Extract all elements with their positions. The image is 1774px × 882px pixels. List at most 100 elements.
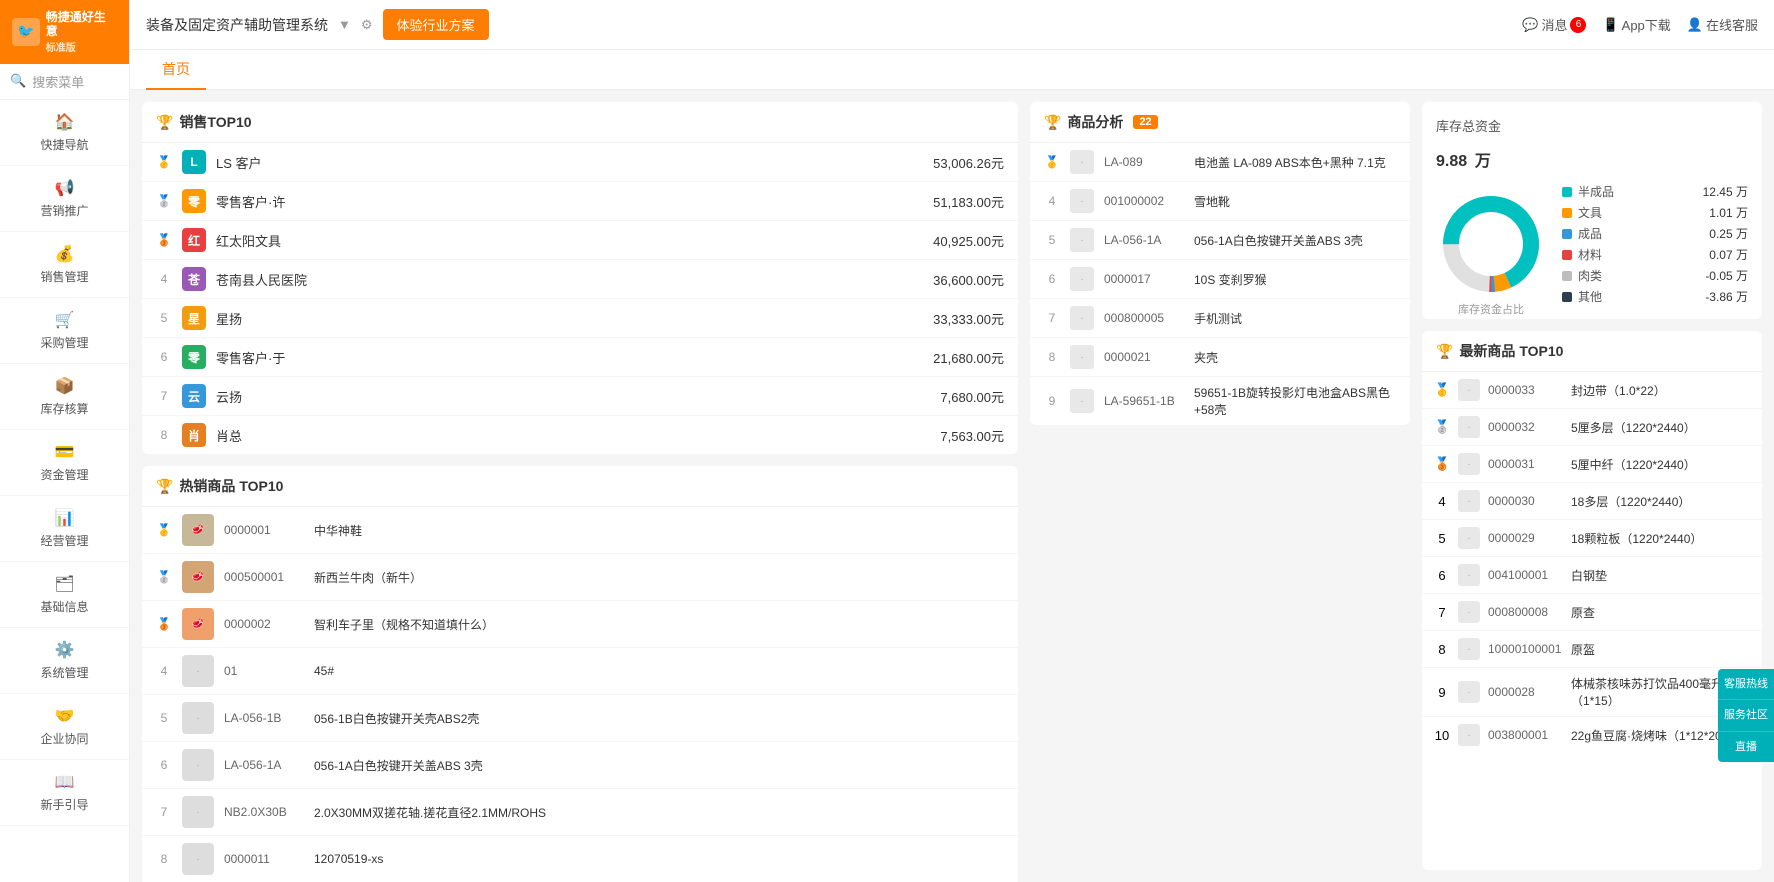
list-item[interactable]: 5 星 星扬 33,333.00元	[142, 299, 1018, 338]
list-item[interactable]: 5 · LA-056-1B 056-1B白色按键开关壳ABS2壳	[142, 695, 1018, 742]
trophy-icon: 🏆	[156, 114, 173, 131]
product-code: 001000002	[1104, 194, 1184, 208]
list-item[interactable]: 5 · LA-056-1A 056-1A白色按键开关盖ABS 3壳	[1030, 221, 1410, 260]
product-name: 白钢垫	[1571, 567, 1750, 584]
sales-top10-title: 销售TOP10	[179, 112, 251, 132]
sidebar-item-finance[interactable]: 💳 资金管理	[0, 430, 129, 496]
legend-item: 文具 1.01 万	[1562, 204, 1748, 221]
product-thumb: ·	[1458, 490, 1480, 512]
list-item[interactable]: 7 云 云扬 7,680.00元	[142, 377, 1018, 416]
product-thumb: 🥩	[182, 514, 214, 546]
list-item[interactable]: 4 · 0000030 18多层（1220*2440）	[1422, 483, 1762, 520]
rank-num: 9	[1044, 394, 1060, 408]
message-btn[interactable]: 💬 消息 6	[1522, 15, 1586, 34]
list-item[interactable]: 8 · 10000100001 原盔	[1422, 631, 1762, 668]
product-code: 0000002	[224, 617, 304, 631]
legend-item: 材料 0.07 万	[1562, 246, 1748, 263]
dropdown-icon[interactable]: ▼	[338, 17, 351, 32]
hot-products-panel: 🏆 热销商品 TOP10 🥇 🥩 0000001 中华神鞋 🥈	[142, 466, 1018, 882]
sidebar-item-base-info[interactable]: 🗂 基础信息	[0, 562, 129, 628]
list-item[interactable]: 4 · 01 45#	[142, 648, 1018, 695]
list-item[interactable]: 🥈 🥩 000500001 新西兰牛肉（新牛）	[142, 554, 1018, 601]
list-item[interactable]: 7 · 000800005 手机测试	[1030, 299, 1410, 338]
list-item[interactable]: 8 · 0000021 夹壳	[1030, 338, 1410, 377]
legend-name: 材料	[1578, 246, 1703, 263]
avatar: 零	[182, 189, 206, 213]
list-item[interactable]: 9 · LA-59651-1B 59651-1B旋转投影灯电池盒ABS黑色+58…	[1030, 377, 1410, 425]
message-badge: 6	[1570, 17, 1586, 33]
list-item[interactable]: 5 · 0000029 18颗粒板（1220*2440）	[1422, 520, 1762, 557]
rank-icon: 🥉	[156, 617, 172, 631]
list-item[interactable]: 7 · 000800008 原查	[1422, 594, 1762, 631]
sidebar-item-inventory[interactable]: 📦 库存核算	[0, 364, 129, 430]
product-code: 000800008	[1488, 605, 1563, 619]
service-community-btn[interactable]: 服务社区	[1718, 700, 1774, 731]
sidebar-item-enterprise[interactable]: 🤝 企业协同	[0, 694, 129, 760]
list-item[interactable]: 6 · 004100001 白钢垫	[1422, 557, 1762, 594]
list-item[interactable]: 🥈 · 0000032 5厘多层（1220*2440）	[1422, 409, 1762, 446]
online-service-btn[interactable]: 👤 在线客服	[1687, 15, 1758, 34]
product-name: 手机测试	[1194, 310, 1396, 327]
rank-num: 6	[156, 350, 172, 364]
product-code: 0000011	[224, 852, 304, 866]
list-item[interactable]: 🥉 红 红太阳文具 40,925.00元	[142, 221, 1018, 260]
home-tab[interactable]: 首页	[146, 50, 206, 90]
sidebar-item-marketing[interactable]: 📢 营销推广	[0, 166, 129, 232]
list-item[interactable]: 8 肖 肖总 7,563.00元	[142, 416, 1018, 454]
list-item[interactable]: 🥇 L LS 客户 53,006.26元	[142, 143, 1018, 182]
product-thumb: ·	[182, 749, 214, 781]
sidebar-item-system[interactable]: ⚙️ 系统管理	[0, 628, 129, 694]
sidebar-item-sales[interactable]: 💰 销售管理	[0, 232, 129, 298]
app-download-label: App下载	[1622, 15, 1671, 34]
donut-chart: 库存资金占比	[1436, 189, 1546, 299]
sidebar-item-label: 营销推广	[40, 202, 88, 219]
list-item[interactable]: 4 苍 苍南县人民医院 36,600.00元	[142, 260, 1018, 299]
product-name: 原盔	[1571, 641, 1750, 658]
col-main: 🏆 销售TOP10 🥇 L LS 客户 53,006.26元	[142, 102, 1410, 870]
app-download-btn[interactable]: 📱 App下载	[1602, 15, 1670, 34]
hot-products-list: 🥇 🥩 0000001 中华神鞋 🥈 🥩 000500001 新西兰牛肉（新牛）	[142, 507, 1018, 882]
rank-icon: 🥉	[1434, 456, 1450, 472]
product-name: 056-1A白色按键开关盖ABS 3壳	[1194, 232, 1396, 249]
sidebar-item-shortcuts[interactable]: 🏠 快捷导航	[0, 100, 129, 166]
experience-btn[interactable]: 体验行业方案	[383, 9, 489, 40]
rank-icon: 🥇	[156, 523, 172, 537]
sidebar-item-purchase[interactable]: 🛒 采购管理	[0, 298, 129, 364]
search-icon: 🔍	[10, 73, 26, 89]
customer-service-btn[interactable]: 客服热线	[1718, 669, 1774, 700]
list-item[interactable]: 8 · 0000011 12070519-xs	[142, 836, 1018, 882]
product-code: LA-59651-1B	[1104, 394, 1184, 408]
list-item[interactable]: 6 零 零售客户·于 21,680.00元	[142, 338, 1018, 377]
avatar: 苍	[182, 267, 206, 291]
settings-icon[interactable]: ⚙	[361, 17, 373, 33]
sales-top10-panel: 🏆 销售TOP10 🥇 L LS 客户 53,006.26元	[142, 102, 1018, 454]
message-label: 消息	[1541, 15, 1567, 34]
legend-val: 1.01 万	[1709, 204, 1748, 221]
customer-name: 零售客户·于	[216, 348, 923, 367]
list-item[interactable]: 🥉 · 0000031 5厘中纤（1220*2440）	[1422, 446, 1762, 483]
rank-icon: 🥈	[156, 194, 172, 208]
list-item[interactable]: 9 · 0000028 体械茶核味苏打饮品400毫升（1*15）	[1422, 668, 1762, 717]
list-item[interactable]: 10 · 003800001 22g鱼豆腐·烧烤味（1*12*20）	[1422, 717, 1762, 752]
product-thumb: ·	[182, 843, 214, 875]
marketing-icon: 📢	[55, 178, 75, 198]
avatar: 零	[182, 345, 206, 369]
sidebar-item-operations[interactable]: 📊 经营管理	[0, 496, 129, 562]
list-item[interactable]: 🥉 🥩 0000002 智利车子里（规格不知道填什么）	[142, 601, 1018, 648]
list-item[interactable]: 🥇 · 0000033 封边带（1.0*22）	[1422, 372, 1762, 409]
sidebar-item-label: 库存核算	[40, 400, 88, 417]
list-item[interactable]: 6 · 0000017 10S 变刹罗猴	[1030, 260, 1410, 299]
search-menu[interactable]: 🔍 搜索菜单	[0, 64, 129, 100]
list-item[interactable]: 4 · 001000002 雪地靴	[1030, 182, 1410, 221]
customer-amount: 36,600.00元	[933, 270, 1004, 289]
list-item[interactable]: 7 · NB2.0X30B 2.0X30MM双搓花轴.搓花直径2.1MM/ROH…	[142, 789, 1018, 836]
sidebar-item-guide[interactable]: 📖 新手引导	[0, 760, 129, 826]
live-stream-btn[interactable]: 直播	[1718, 732, 1774, 762]
list-item[interactable]: 🥇 🥩 0000001 中华神鞋	[142, 507, 1018, 554]
sidebar-item-label: 基础信息	[40, 598, 88, 615]
list-item[interactable]: 🥇 · LA-089 电池盖 LA-089 ABS本色+黑种 7.1克	[1030, 143, 1410, 182]
product-thumb: ·	[1070, 189, 1094, 213]
product-name: 056-1A白色按键开关盖ABS 3壳	[314, 757, 1004, 774]
list-item[interactable]: 🥈 零 零售客户·许 51,183.00元	[142, 182, 1018, 221]
list-item[interactable]: 6 · LA-056-1A 056-1A白色按键开关盖ABS 3壳	[142, 742, 1018, 789]
